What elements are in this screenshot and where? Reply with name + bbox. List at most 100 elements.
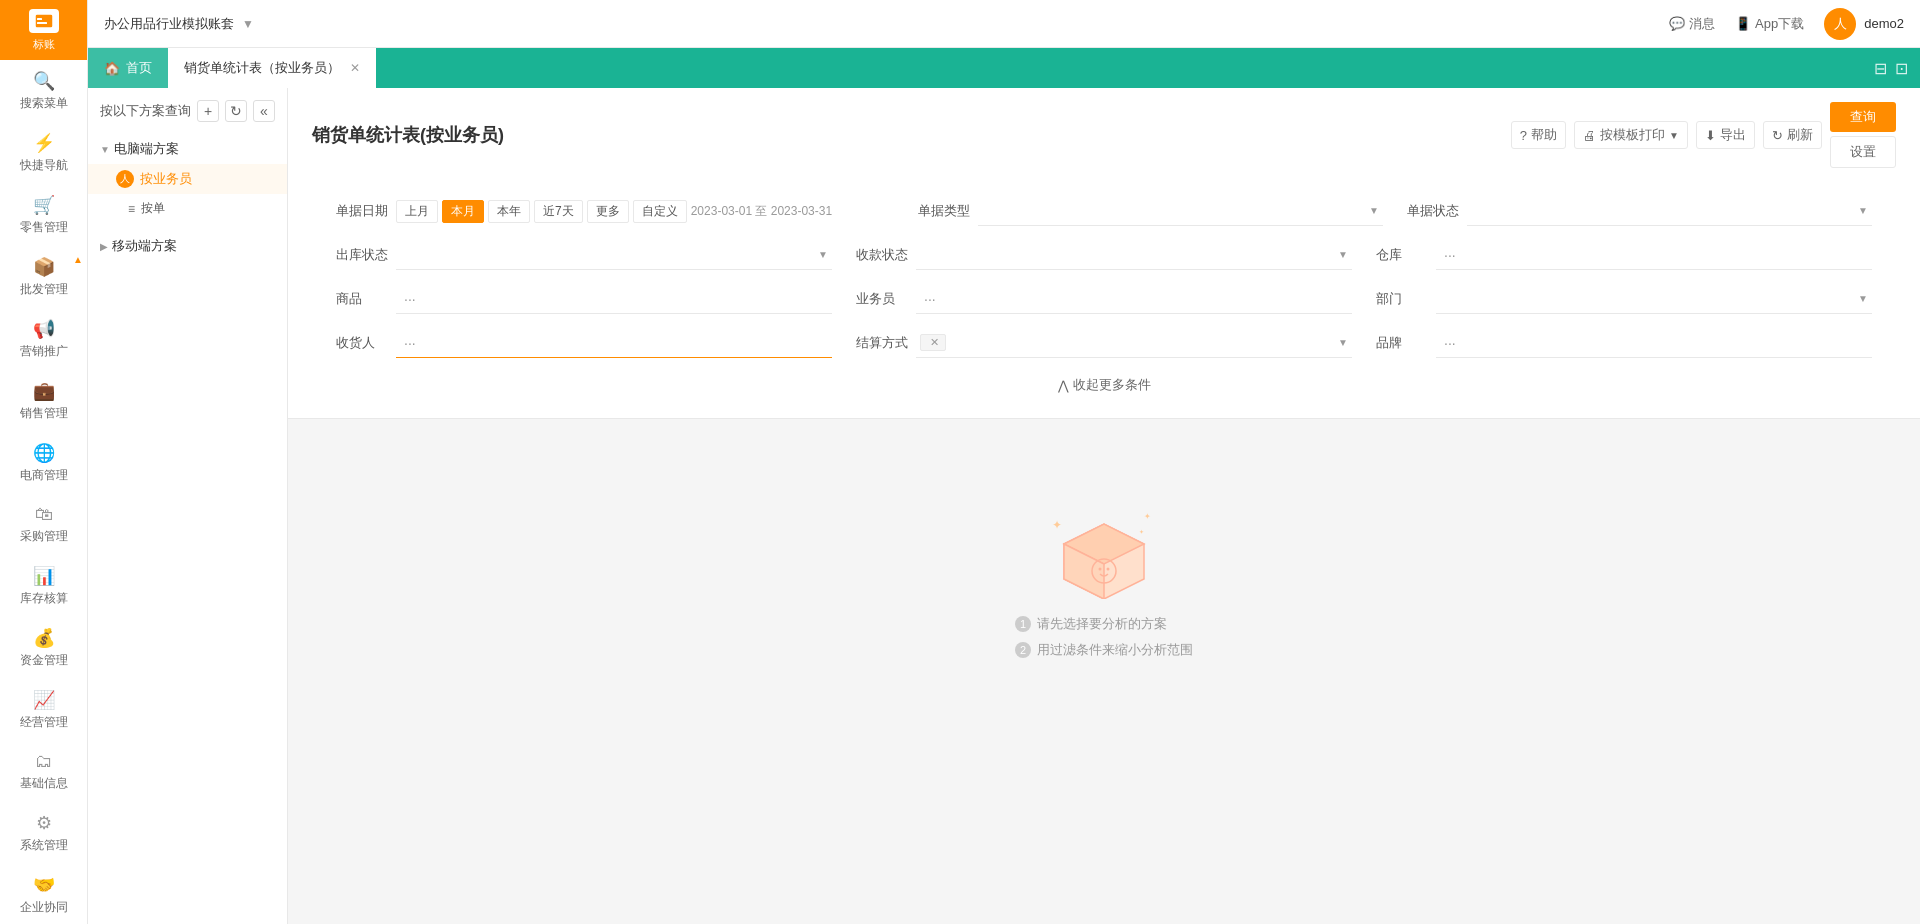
sidebar-item-inventory[interactable]: 📊 库存核算 [0,555,87,617]
search-icon: 🔍 [33,70,55,92]
sidebar-item-inventory-label: 库存核算 [20,590,68,607]
tip-num-1: 1 [1015,616,1031,632]
date-btn-this-year[interactable]: 本年 [488,200,530,223]
sidebar-item-wholesale[interactable]: 📦 批发管理 ▲ [0,246,87,308]
sidebar-item-retail[interactable]: 🛒 零售管理 [0,184,87,246]
collapse-btn[interactable]: ⋀ 收起更多条件 [1058,376,1151,394]
date-range: 2023-03-01 至 2023-03-31 [691,203,832,220]
doc-status-field[interactable]: ▼ [1467,196,1872,226]
scheme-item-by-staff[interactable]: 人 按业务员 [88,164,287,194]
scheme-item-by-order-label: 按单 [141,200,165,217]
tab-minimize-btn[interactable]: ⊟ [1874,59,1887,78]
tab-bar: 🏠 首页 销货单统计表（按业务员） ✕ ⊟ ⊡ [88,48,1920,88]
print-arrow-icon: ▼ [1669,130,1679,141]
staff-field[interactable]: ··· [916,284,1352,314]
date-btn-last-7[interactable]: 近7天 [534,200,583,223]
right-content: 销货单统计表(按业务员) ? 帮助 🖨 按模板打印 ▼ ⬇ [288,88,1920,924]
sidebar-item-search-label: 搜索菜单 [20,95,68,112]
retail-icon: 🛒 [33,194,55,216]
collapse-panel-btn[interactable]: « [253,100,275,122]
sidebar-item-operations[interactable]: 📈 经营管理 [0,679,87,741]
recipient-more-icon[interactable]: ··· [404,335,416,351]
sidebar-item-finance[interactable]: 💰 资金管理 [0,617,87,679]
download-btn[interactable]: 📱 App下载 [1735,15,1804,33]
sidebar-item-purchase[interactable]: 🛍 采购管理 [0,494,87,555]
dept-field[interactable]: ▼ [1436,284,1872,314]
recipient-field[interactable]: ··· [396,328,832,358]
tab-home-label: 首页 [126,59,152,77]
help-btn[interactable]: ? 帮助 [1511,121,1566,149]
filter-doc-type: 单据类型 ▼ [918,196,1383,226]
filter-dept: 部门 ▼ [1376,284,1872,314]
date-btn-custom[interactable]: 自定义 [633,200,687,223]
message-btn[interactable]: 💬 消息 [1669,15,1715,33]
sidebar-item-ecommerce[interactable]: 🌐 电商管理 [0,432,87,494]
staff-more-icon[interactable]: ··· [924,291,936,307]
settlement-clear-icon[interactable]: ✕ [930,336,939,349]
tab-bar-actions: ⊟ ⊡ [1874,59,1920,78]
sidebar-item-enterprise[interactable]: 🤝 企业协同 [0,864,87,924]
goods-more-icon[interactable]: ··· [404,291,416,307]
date-btn-last-month[interactable]: 上月 [396,200,438,223]
receipt-status-field[interactable]: ▼ [916,240,1352,270]
svg-text:✦: ✦ [1139,529,1144,535]
scheme-group-pc-title[interactable]: ▼ 电脑端方案 [88,134,287,164]
basics-icon: 🗂 [35,751,53,772]
finance-icon: 💰 [33,627,55,649]
content-title-row: 销货单统计表(按业务员) ? 帮助 🖨 按模板打印 ▼ ⬇ [312,102,1896,168]
filter-receipt-status: 收款状态 ▼ [856,240,1352,270]
refresh-btn[interactable]: ↻ 刷新 [1763,121,1822,149]
tab-close-btn[interactable]: ✕ [350,61,360,75]
tab-home[interactable]: 🏠 首页 [88,48,168,88]
user-area[interactable]: 人 demo2 [1824,8,1904,40]
tab-sales-stat[interactable]: 销货单统计表（按业务员） ✕ [168,48,376,88]
scheme-item-by-order[interactable]: ≡ 按单 [88,194,287,223]
query-btn[interactable]: 查询 [1830,102,1896,132]
tab-maximize-btn[interactable]: ⊡ [1895,59,1908,78]
settlement-field[interactable]: ✕ ▼ [916,328,1352,358]
empty-tip-1: 1 请先选择要分析的方案 [1015,615,1193,633]
sidebar-item-basics[interactable]: 🗂 基础信息 [0,741,87,802]
out-status-field[interactable]: ▼ [396,240,832,270]
avatar: 人 [1824,8,1856,40]
sidebar-item-system-label: 系统管理 [20,837,68,854]
warehouse-field[interactable]: ··· [1436,240,1872,270]
scheme-group-mobile-title[interactable]: ▶ 移动端方案 [88,231,287,261]
collapse-label: 收起更多条件 [1073,376,1151,394]
scheme-icon-by-staff: 人 [116,170,134,188]
export-btn[interactable]: ⬇ 导出 [1696,121,1755,149]
staff-label: 业务员 [856,290,916,308]
filter-row-3: 商品 ··· 业务员 ··· [336,284,1872,314]
sidebar-item-marketing[interactable]: 📢 营销推广 [0,308,87,370]
brand-field[interactable]: ··· [1436,328,1872,358]
collapse-icon: ⋀ [1058,378,1069,393]
sidebar-item-sales[interactable]: 💼 销售管理 [0,370,87,432]
date-btn-this-month[interactable]: 本月 [442,200,484,223]
add-scheme-btn[interactable]: + [197,100,219,122]
sidebar-item-search[interactable]: 🔍 搜索菜单 [0,60,87,122]
brand-more-icon[interactable]: ··· [1444,335,1456,351]
goods-field[interactable]: ··· [396,284,832,314]
avatar-initials: 人 [1834,15,1847,33]
out-status-arrow: ▼ [818,249,828,260]
logo-icon [29,9,59,33]
doc-type-field[interactable]: ▼ [978,196,1383,226]
page-content: 按以下方案查询 + ↻ « ▼ 电脑端方案 人 按业务员 ≡ 按 [88,88,1920,924]
date-btn-more[interactable]: 更多 [587,200,629,223]
operations-icon: 📈 [33,689,55,711]
empty-state: ✦ ✦ ✦ 1 请先选择要分析的方案 2 用过滤条件来缩小分析范围 [288,419,1920,739]
help-label: 帮助 [1531,126,1557,144]
settlement-clear-tag[interactable]: ✕ [920,334,946,351]
sidebar-item-shortcut[interactable]: ⚡ 快捷导航 [0,122,87,184]
warehouse-label: 仓库 [1376,246,1436,264]
refresh-scheme-btn[interactable]: ↻ [225,100,247,122]
sidebar-item-basics-label: 基础信息 [20,775,68,792]
template-print-btn[interactable]: 🖨 按模板打印 ▼ [1574,121,1688,149]
chevron-right-icon: ▶ [100,241,108,252]
sidebar-item-system[interactable]: ⚙ 系统管理 [0,802,87,864]
settlement-label: 结算方式 [856,334,916,352]
warehouse-more-icon[interactable]: ··· [1444,247,1456,263]
topbar-left: 办公用品行业模拟账套 ▼ [104,15,254,33]
doc-type-label: 单据类型 [918,202,978,220]
settings-btn[interactable]: 设置 [1830,136,1896,168]
